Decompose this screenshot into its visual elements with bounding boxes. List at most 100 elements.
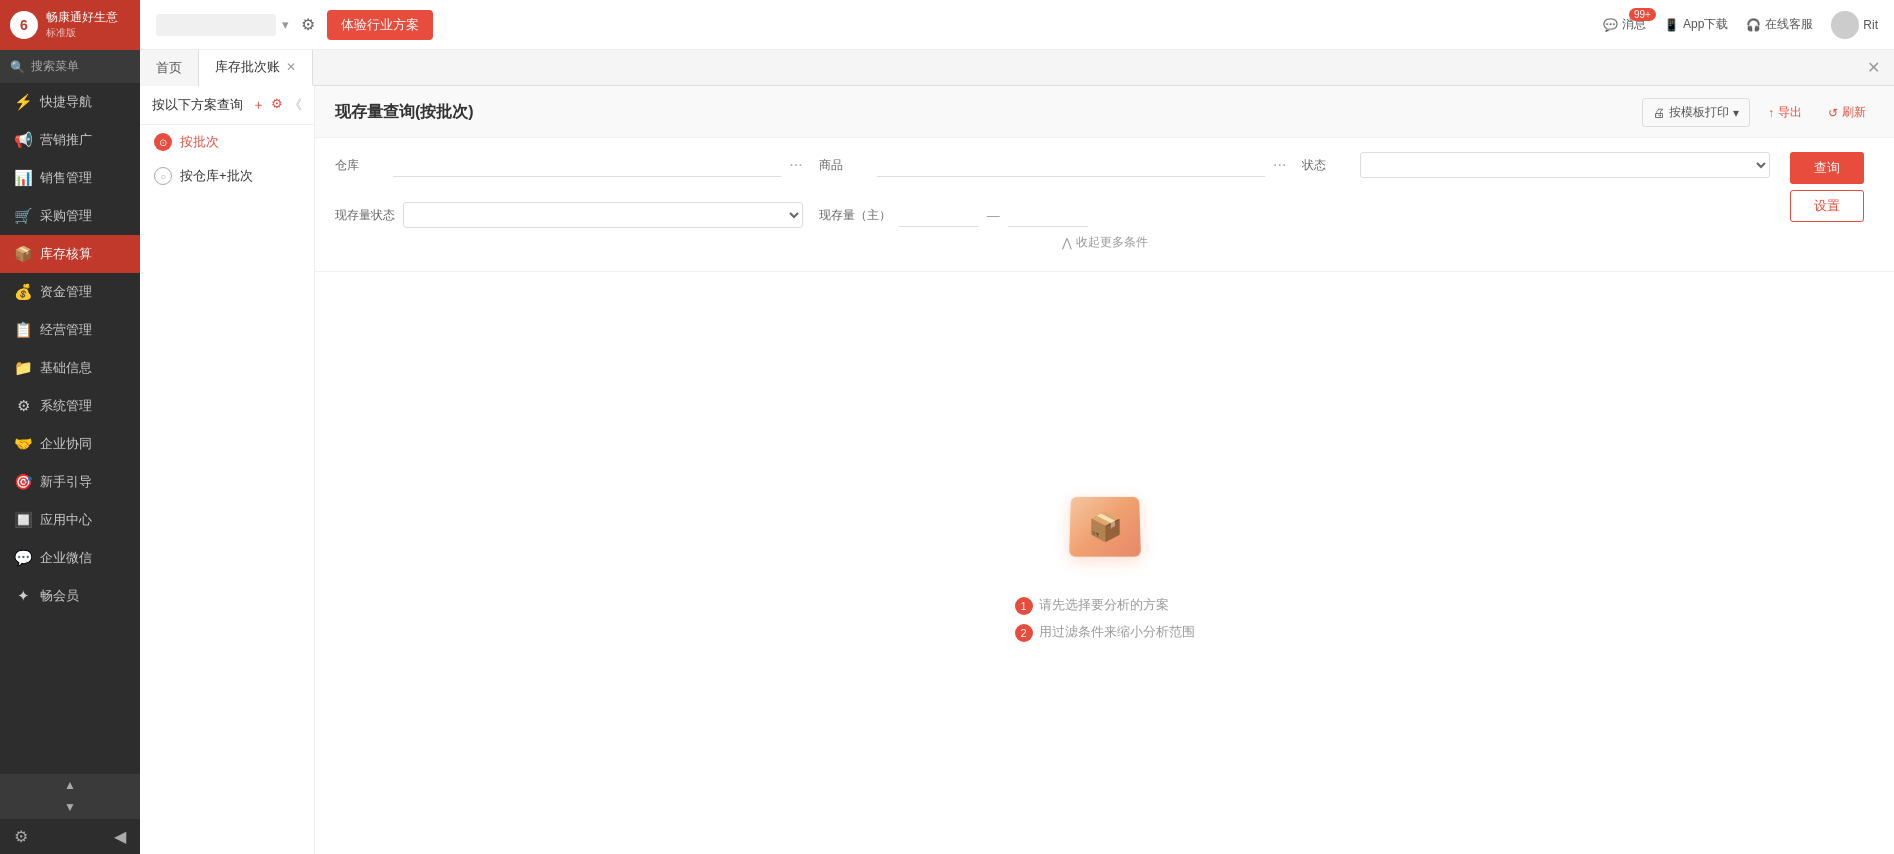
- settings-icon[interactable]: ⚙: [14, 827, 28, 846]
- print-dropdown-icon[interactable]: ▾: [1733, 106, 1739, 120]
- scheme-item-by-warehouse-batch[interactable]: ○ 按仓库+批次: [140, 159, 314, 193]
- sales-icon: 📊: [14, 169, 32, 187]
- left-panel-header-actions: ＋ ⚙ 《: [252, 96, 302, 114]
- qty-dash: —: [987, 208, 1000, 223]
- empty-hint-2: 2 用过滤条件来缩小分析范围: [1015, 623, 1195, 642]
- stock-status-label: 现存量状态: [335, 207, 395, 224]
- stock-qty-max[interactable]: [1008, 204, 1088, 227]
- sidebar-scroll-down[interactable]: ▼: [0, 796, 140, 818]
- sidebar-scroll-up[interactable]: ▲: [0, 774, 140, 796]
- topbar-dropdown-icon[interactable]: ▾: [282, 17, 289, 32]
- search-menu[interactable]: 🔍 搜索菜单: [0, 50, 140, 83]
- sidebar-item-label: 新手引导: [40, 473, 92, 491]
- sidebar-item-corp[interactable]: 🤝 企业协同: [0, 425, 140, 463]
- sidebar-item-basic[interactable]: 📁 基础信息: [0, 349, 140, 387]
- scheme-outline-icon: ○: [154, 167, 172, 185]
- tab-close-icon[interactable]: ✕: [286, 60, 296, 74]
- print-icon: 🖨: [1653, 106, 1665, 120]
- app-download-icon: 📱: [1664, 18, 1679, 32]
- sidebar-item-wechat[interactable]: 💬 企业微信: [0, 539, 140, 577]
- export-label: 导出: [1778, 104, 1802, 121]
- sidebar-footer: ⚙ ◀: [0, 818, 140, 854]
- warehouse-input[interactable]: [393, 154, 781, 177]
- page-title: 现存量查询(按批次): [335, 102, 474, 123]
- refresh-label: 刷新: [1842, 104, 1866, 121]
- right-content: 现存量查询(按批次) 🖨 按模板打印 ▾ ↑ 导出 ↺ 刷新: [315, 86, 1894, 854]
- user-avatar-btn[interactable]: Rit: [1831, 11, 1878, 39]
- online-service-btn[interactable]: 🎧 在线客服: [1746, 16, 1813, 33]
- app-title-block: 畅康通好生意 标准版: [46, 10, 118, 40]
- guide-icon: 🎯: [14, 473, 32, 491]
- inventory-icon: 📦: [14, 245, 32, 263]
- export-icon: ↑: [1768, 106, 1774, 120]
- sidebar-item-system[interactable]: ⚙ 系统管理: [0, 387, 140, 425]
- app-download-btn[interactable]: 📱 App下载: [1664, 16, 1728, 33]
- stock-qty-label: 现存量（主）: [819, 207, 891, 224]
- topbar-right: 💬 消息 99+ 📱 App下载 🎧 在线客服 Rit: [1603, 11, 1878, 39]
- refresh-btn[interactable]: ↺ 刷新: [1820, 99, 1874, 126]
- scheme-active-icon: ⊙: [154, 133, 172, 151]
- collapse-panel-icon[interactable]: 《: [289, 96, 302, 114]
- filter-row-2: 现存量状态 现存量（主） —: [335, 202, 1770, 228]
- main-area: ▾ ⚙ 体验行业方案 💬 消息 99+ 📱 App下载 🎧 在线客服 Rit: [140, 0, 1894, 854]
- stock-status-select[interactable]: [403, 202, 803, 228]
- product-input[interactable]: [877, 154, 1265, 177]
- sidebar-item-guide[interactable]: 🎯 新手引导: [0, 463, 140, 501]
- add-scheme-icon[interactable]: ＋: [252, 96, 265, 114]
- message-icon: 💬: [1603, 18, 1618, 32]
- print-btn[interactable]: 🖨 按模板打印 ▾: [1642, 98, 1750, 127]
- sidebar-item-label: 销售管理: [40, 169, 92, 187]
- sidebar-item-app-center[interactable]: 🔲 应用中心: [0, 501, 140, 539]
- sidebar-item-business[interactable]: 📋 经营管理: [0, 311, 140, 349]
- scheme-label: 按批次: [180, 133, 219, 151]
- collapse-sidebar-icon[interactable]: ◀: [114, 827, 126, 846]
- basic-icon: 📁: [14, 359, 32, 377]
- sidebar-item-label: 系统管理: [40, 397, 92, 415]
- tab-inventory-batch-label: 库存批次账: [215, 58, 280, 76]
- system-icon: ⚙: [14, 397, 32, 415]
- username-label: Rit: [1863, 18, 1878, 32]
- app-download-label: App下载: [1683, 16, 1728, 33]
- scheme-item-by-batch[interactable]: ⊙ 按批次: [140, 125, 314, 159]
- tab-inventory-batch[interactable]: 库存批次账 ✕: [199, 50, 313, 86]
- sidebar-item-quick-nav[interactable]: ⚡ 快捷导航: [0, 83, 140, 121]
- sidebar-item-sales[interactable]: 📊 销售管理: [0, 159, 140, 197]
- tab-home[interactable]: 首页: [140, 50, 199, 86]
- sidebar-item-member[interactable]: ✦ 畅会员: [0, 577, 140, 615]
- tab-home-label: 首页: [156, 59, 182, 77]
- filter-status: 状态: [1302, 152, 1770, 178]
- collapse-more-btn[interactable]: ⋀ 收起更多条件: [335, 228, 1874, 257]
- content-area: 按以下方案查询 ＋ ⚙ 《 ⊙ 按批次 ○ 按仓库+批次 现存量查询(按批次): [140, 86, 1894, 854]
- query-btn[interactable]: 查询: [1790, 152, 1864, 184]
- sidebar-item-purchase[interactable]: 🛒 采购管理: [0, 197, 140, 235]
- product-more-icon[interactable]: ···: [1273, 156, 1286, 174]
- experience-btn[interactable]: 体验行业方案: [327, 10, 433, 40]
- set-btn[interactable]: 设置: [1790, 190, 1864, 222]
- messages-badge: 99+: [1629, 8, 1656, 21]
- topbar: ▾ ⚙ 体验行业方案 💬 消息 99+ 📱 App下载 🎧 在线客服 Rit: [140, 0, 1894, 50]
- filter-warehouse: 仓库 ···: [335, 154, 803, 177]
- empty-hints: 1 请先选择要分析的方案 2 用过滤条件来缩小分析范围: [1015, 596, 1195, 650]
- app-center-icon: 🔲: [14, 511, 32, 529]
- warehouse-more-icon[interactable]: ···: [789, 156, 802, 174]
- filter-stock-status: 现存量状态: [335, 202, 803, 228]
- topbar-gear-icon[interactable]: ⚙: [301, 15, 315, 34]
- topbar-search-input[interactable]: [156, 14, 276, 36]
- stock-qty-min[interactable]: [899, 204, 979, 227]
- sidebar-item-finance[interactable]: 💰 资金管理: [0, 273, 140, 311]
- sidebar: 6 畅康通好生意 标准版 🔍 搜索菜单 ⚡ 快捷导航 📢 营销推广 📊 销售管理…: [0, 0, 140, 854]
- status-label: 状态: [1302, 157, 1352, 174]
- scheme-settings-icon[interactable]: ⚙: [271, 96, 283, 114]
- left-panel-title: 按以下方案查询: [152, 96, 243, 114]
- messages-btn[interactable]: 💬 消息 99+: [1603, 16, 1646, 33]
- panel-close-btn[interactable]: ✕: [1853, 58, 1894, 77]
- page-header: 现存量查询(按批次) 🖨 按模板打印 ▾ ↑ 导出 ↺ 刷新: [315, 86, 1894, 138]
- sidebar-item-label: 快捷导航: [40, 93, 92, 111]
- status-select[interactable]: [1360, 152, 1770, 178]
- query-actions: 查询 设置: [1780, 152, 1874, 222]
- corp-icon: 🤝: [14, 435, 32, 453]
- box-face-icon: 📦: [1087, 510, 1123, 543]
- export-btn[interactable]: ↑ 导出: [1760, 99, 1810, 126]
- sidebar-item-inventory[interactable]: 📦 库存核算: [0, 235, 140, 273]
- sidebar-item-marketing[interactable]: 📢 营销推广: [0, 121, 140, 159]
